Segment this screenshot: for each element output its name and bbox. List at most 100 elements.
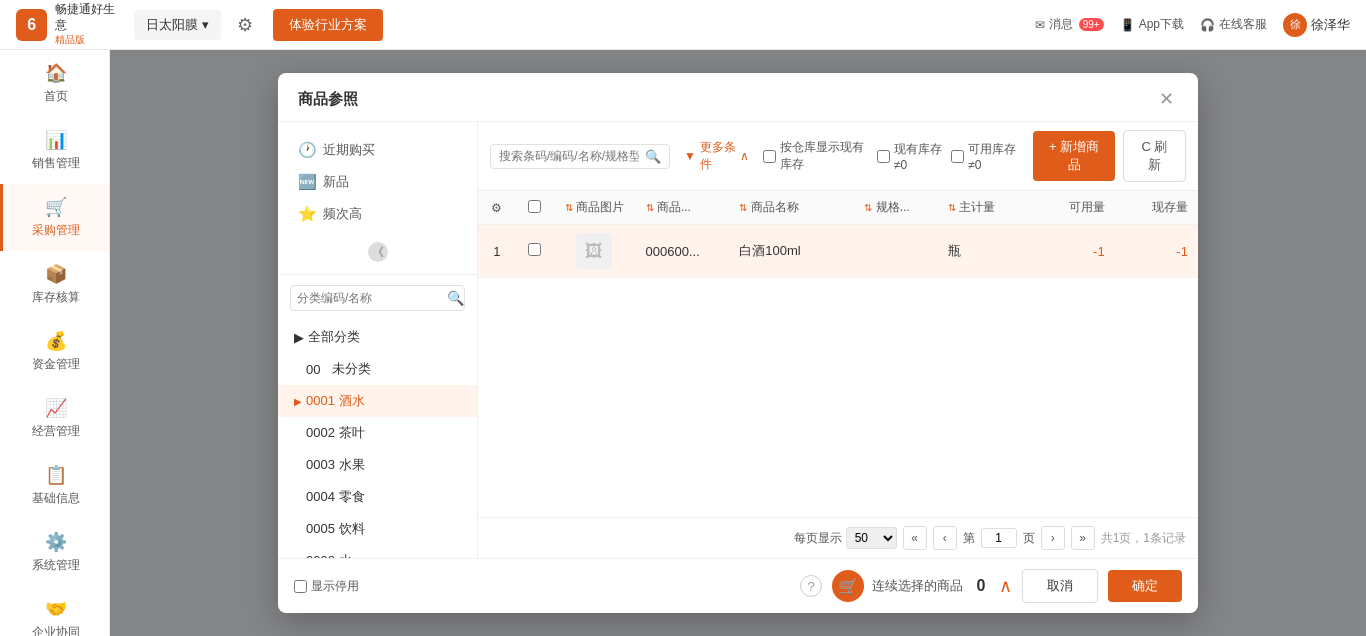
new-products-item[interactable]: 🆕 新品: [290, 166, 465, 198]
main-content: 商品参照 ✕ 🕐 近期购买 🆕: [110, 50, 1366, 636]
trial-button[interactable]: 体验行业方案: [273, 9, 383, 41]
row-code-cell: 000600...: [636, 225, 730, 278]
quick-access: 🕐 近期购买 🆕 新品 ⭐ 频次高: [278, 130, 477, 234]
collapse-button[interactable]: 《: [368, 242, 388, 262]
page-number-input[interactable]: [981, 528, 1017, 548]
row-checkbox-cell: [515, 225, 552, 278]
sidebar-item-finance[interactable]: 💰 资金管理: [0, 318, 109, 385]
total-info: 共1页，1条记录: [1101, 530, 1186, 547]
sidebar-item-operations[interactable]: 📈 经营管理: [0, 385, 109, 452]
col-unit-header[interactable]: ⇅ 主计量: [938, 191, 1021, 225]
sidebar-item-purchase[interactable]: 🛒 采购管理: [0, 184, 109, 251]
basic-info-icon: 📋: [45, 464, 67, 486]
show-disabled-checkbox[interactable]: 显示停用: [294, 578, 359, 595]
col-name-header[interactable]: ⇅ 商品名称: [729, 191, 854, 225]
category-search-input[interactable]: [297, 291, 447, 305]
nonzero-available-checkbox[interactable]: 可用库存≠0: [951, 141, 1017, 172]
sidebar-item-sales[interactable]: 📊 销售管理: [0, 117, 109, 184]
recent-purchase-item[interactable]: 🕐 近期购买: [290, 134, 465, 166]
messages-button[interactable]: ✉ 消息 99+: [1035, 16, 1104, 33]
finance-icon: 💰: [45, 330, 67, 352]
nonzero-stock-checkbox[interactable]: 现有库存≠0: [877, 141, 943, 172]
sidebar-item-system[interactable]: ⚙️ 系统管理: [0, 519, 109, 586]
frequent-item[interactable]: ⭐ 频次高: [290, 198, 465, 230]
category-0005[interactable]: 0005 饮料: [278, 513, 477, 545]
search-icon[interactable]: 🔍: [645, 149, 661, 164]
add-goods-button[interactable]: + 新增商品: [1033, 131, 1115, 181]
goods-reference-dialog: 商品参照 ✕ 🕐 近期购买 🆕: [278, 73, 1198, 613]
select-all-checkbox[interactable]: [528, 200, 541, 213]
dialog-close-button[interactable]: ✕: [1154, 87, 1178, 111]
col-spec-header[interactable]: ⇅ 规格...: [854, 191, 937, 225]
avatar: 徐: [1283, 13, 1307, 37]
category-search-icon[interactable]: 🔍: [447, 290, 464, 306]
col-stock-header: 现存量: [1115, 191, 1198, 225]
category-0002[interactable]: 0002 茶叶: [278, 417, 477, 449]
cancel-button[interactable]: 取消: [1022, 569, 1098, 603]
row-image-cell: 🖼: [553, 225, 636, 278]
logo-icon: 6: [16, 9, 47, 41]
col-code-header[interactable]: ⇅ 商品...: [636, 191, 730, 225]
confirm-button[interactable]: 确定: [1108, 570, 1182, 602]
app-download-button[interactable]: 📱 App下载: [1120, 16, 1184, 33]
online-service-button[interactable]: 🎧 在线客服: [1200, 16, 1267, 33]
chevron-down-icon: ▾: [202, 17, 209, 32]
sales-icon: 📊: [45, 129, 67, 151]
next-page-button[interactable]: ›: [1041, 526, 1065, 550]
sort-icon-unit: ⇅: [948, 202, 956, 213]
sidebar-item-enterprise[interactable]: 🤝 企业协同: [0, 586, 109, 636]
top-nav: 6 畅捷通好生意 精品版 日太阳膜 ▾ ⚙ 体验行业方案 ✉ 消息 99+ 📱 …: [0, 0, 1366, 50]
right-panel: 🔍 ▼ 更多条件 ∧ 按仓库显示现有库存: [478, 122, 1198, 558]
layout: 🏠 首页 📊 销售管理 🛒 采购管理 📦 库存核算 💰 资金管理 📈 经营管理 …: [0, 50, 1366, 636]
message-badge: 99+: [1079, 18, 1104, 31]
divider: [278, 274, 477, 275]
cart-icon[interactable]: 🛒: [832, 570, 864, 602]
first-page-button[interactable]: «: [903, 526, 927, 550]
dialog-footer: 显示停用 ? 🛒 连续选择的商品 0 ∧ 取消 确定: [278, 558, 1198, 613]
row-spec-cell: [854, 225, 937, 278]
goods-search-input[interactable]: [499, 149, 639, 163]
category-0003[interactable]: 0003 水果: [278, 449, 477, 481]
sidebar-item-home[interactable]: 🏠 首页: [0, 50, 109, 117]
sidebar-item-basic-info[interactable]: 📋 基础信息: [0, 452, 109, 519]
row-available-cell: -1: [1021, 225, 1115, 278]
per-page-dropdown[interactable]: 50 100: [846, 527, 897, 549]
row-checkbox[interactable]: [528, 243, 541, 256]
left-panel: 🕐 近期购买 🆕 新品 ⭐ 频次高: [278, 122, 478, 558]
sidebar: 🏠 首页 📊 销售管理 🛒 采购管理 📦 库存核算 💰 资金管理 📈 经营管理 …: [0, 50, 110, 636]
category-0001[interactable]: ▶ 0001 酒水: [278, 385, 477, 417]
sort-icon: ⇅: [646, 202, 654, 213]
category-all[interactable]: ▶ 全部分类: [278, 321, 477, 353]
filter-button[interactable]: ▼ 更多条件 ∧: [678, 135, 755, 177]
category-00[interactable]: 00 未分类: [278, 353, 477, 385]
col-img-header: ⇅ 商品图片: [553, 191, 636, 225]
help-icon[interactable]: ?: [800, 575, 822, 597]
store-dropdown[interactable]: 日太阳膜 ▾: [134, 10, 221, 40]
star-icon: ⭐: [298, 205, 317, 223]
warehouse-stock-checkbox[interactable]: 按仓库显示现有库存: [763, 139, 869, 173]
category-search: 🔍: [290, 285, 465, 311]
logo-text: 畅捷通好生意: [55, 2, 126, 33]
headset-icon: 🎧: [1200, 18, 1215, 32]
last-page-button[interactable]: »: [1071, 526, 1095, 550]
message-icon: ✉: [1035, 18, 1045, 32]
category-0008[interactable]: 0008 水: [278, 545, 477, 558]
user-profile[interactable]: 徐 徐泽华: [1283, 13, 1350, 37]
goods-table: ⚙ ⇅ 商品图片 ⇅ 商品...: [478, 191, 1198, 278]
row-name-cell: 白酒100ml: [729, 225, 854, 278]
logo-sub: 精品版: [55, 33, 126, 47]
settings-icon[interactable]: ⚙: [229, 9, 261, 41]
prev-page-button[interactable]: ‹: [933, 526, 957, 550]
sidebar-item-inventory[interactable]: 📦 库存核算: [0, 251, 109, 318]
category-0004[interactable]: 0004 零食: [278, 481, 477, 513]
mobile-icon: 📱: [1120, 18, 1135, 32]
operations-icon: 📈: [45, 397, 67, 419]
table-row[interactable]: 1 🖼 000600... 白酒100ml: [478, 225, 1198, 278]
row-unit-cell: 瓶: [938, 225, 1021, 278]
up-arrow-icon[interactable]: ∧: [999, 575, 1012, 597]
new-icon: 🆕: [298, 173, 317, 191]
table-header-row: ⚙ ⇅ 商品图片 ⇅ 商品...: [478, 191, 1198, 225]
sort-icon-spec: ⇅: [864, 202, 872, 213]
refresh-button[interactable]: C 刷新: [1123, 130, 1186, 182]
active-category-arrow: ▶: [294, 396, 302, 407]
